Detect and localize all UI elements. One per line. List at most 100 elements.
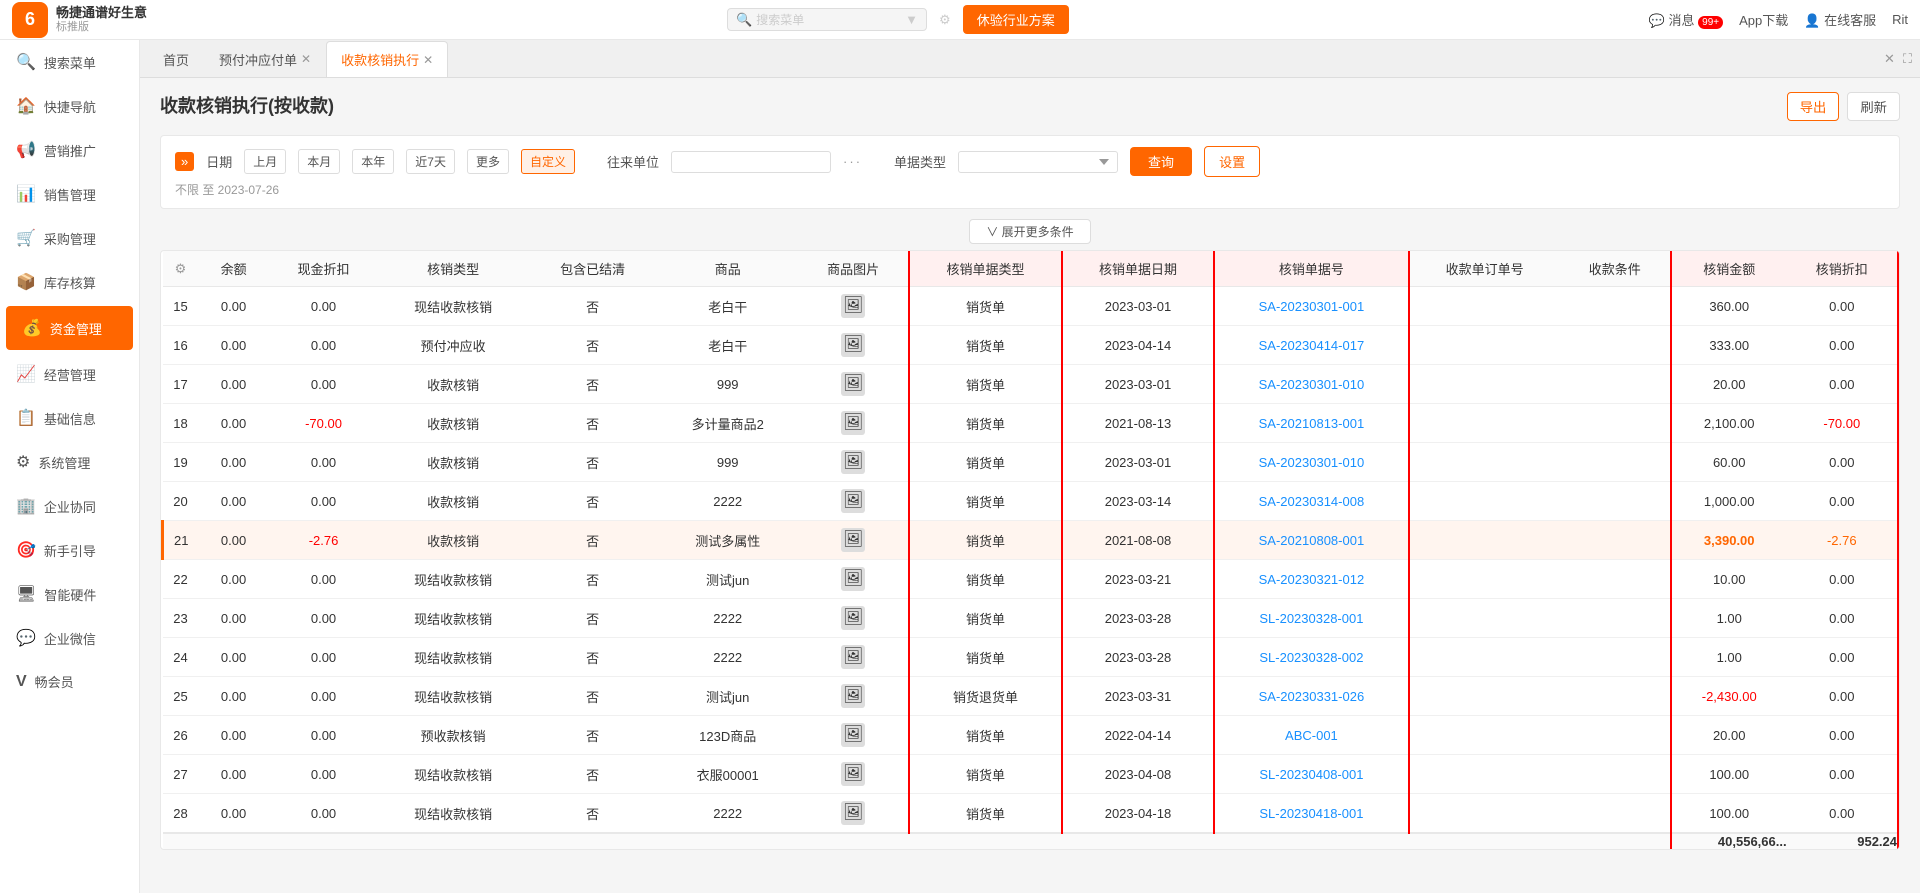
gear-icon[interactable]: ⚙ (175, 261, 187, 276)
sidebar-item-enterprise[interactable]: 🏢 企业协同 (0, 484, 139, 528)
table-row: 270.000.00现结收款核销否衣服00001🖼销货单2023-04-08SL… (163, 755, 1899, 794)
top-bar-middle: 🔍 搜索菜单 ▼ ⚙ 休验行业方案 (155, 5, 1641, 34)
date-more-btn[interactable]: 更多 (467, 149, 509, 174)
date-custom-btn[interactable]: 自定义 (521, 149, 575, 174)
close-verify-tab[interactable]: ✕ (423, 53, 433, 67)
date-7days-btn[interactable]: 近7天 (406, 149, 455, 174)
table-row: 180.00-70.00收款核销否多计量商品2🖼销货单2021-08-13SA-… (163, 404, 1899, 443)
page-inner: 收款核销执行(按收款) 导出 刷新 » 日期 上月 本月 本年 (140, 78, 1920, 864)
bill-type-select[interactable] (958, 151, 1118, 173)
sidebar-item-label: 资金管理 (50, 319, 102, 338)
top-bar: 6 畅捷通谱好生意 标推版 🔍 搜索菜单 ▼ ⚙ 休验行业方案 💬 消息 99+… (0, 0, 1920, 40)
sidebar-item-label: 营销推广 (44, 141, 96, 160)
sidebar-item-search[interactable]: 🔍 搜索菜单 (0, 40, 139, 84)
basic-info-icon: 📋 (16, 408, 36, 428)
sidebar-item-smart-hw[interactable]: 🖥 智能硬件 (0, 572, 139, 616)
user-label: Rit (1892, 12, 1908, 27)
data-table: ⚙ 余额 现金折扣 核销类型 包含已结清 商品 商品图片 核销单据类型 核销单据… (161, 251, 1899, 849)
sidebar-item-label: 企业协同 (44, 497, 96, 516)
tab-expand-icon[interactable]: ⛶ (1903, 51, 1912, 67)
top-search-area[interactable]: 🔍 搜索菜单 ▼ (727, 8, 927, 31)
col-verify-bill-type: 核销单据类型 (909, 251, 1061, 287)
table-header: ⚙ 余额 现金折扣 核销类型 包含已结清 商品 商品图片 核销单据类型 核销单据… (163, 251, 1899, 287)
home-icon: 🏠 (16, 96, 36, 116)
wechat-icon: 💬 (16, 628, 36, 648)
sidebar-item-member[interactable]: V 畅会员 (0, 660, 139, 703)
col-verify-bill-no: 核销单据号 (1214, 251, 1408, 287)
tab-close-all-icon[interactable]: ✕ (1884, 51, 1895, 67)
col-gear[interactable]: ⚙ (163, 251, 199, 287)
table-wrap: ⚙ 余额 现金折扣 核销类型 包含已结清 商品 商品图片 核销单据类型 核销单据… (160, 250, 1900, 850)
close-prepay-tab[interactable]: ✕ (301, 52, 311, 66)
date-this-year-btn[interactable]: 本年 (352, 149, 394, 174)
message-badge: 99+ (1698, 16, 1723, 29)
page-title-actions: 导出 刷新 (1787, 92, 1900, 121)
expand-chevron-icon: ∨ (986, 225, 1001, 239)
sidebar-item-sales[interactable]: 📊 销售管理 (0, 172, 139, 216)
table-row: 260.000.00预收款核销否123D商品🖼销货单2022-04-14ABC-… (163, 716, 1899, 755)
sidebar-item-marketing[interactable]: 📢 营销推广 (0, 128, 139, 172)
sidebar-item-purchase[interactable]: 🛒 采购管理 (0, 216, 139, 260)
sidebar-item-quick-nav[interactable]: 🏠 快捷导航 (0, 84, 139, 128)
col-receipt-condition: 收款条件 (1560, 251, 1671, 287)
col-receipt-order-no: 收款单订单号 (1409, 251, 1560, 287)
footer-spacer (163, 833, 1671, 849)
tab-prepay[interactable]: 预付冲应付单 ✕ (204, 41, 326, 77)
refresh-btn[interactable]: 刷新 (1847, 92, 1900, 121)
sidebar-item-label: 采购管理 (44, 229, 96, 248)
export-btn[interactable]: 导出 (1787, 92, 1840, 121)
sidebar-item-label: 库存核算 (44, 273, 96, 292)
search-placeholder: 搜索菜单 (756, 11, 804, 28)
edition-label: 标推版 (56, 21, 147, 34)
table-row: 150.000.00现结收款核销否老白干🖼销货单2023-03-01SA-202… (163, 287, 1899, 326)
table-footer: 40,556,66... 952.24 (163, 833, 1899, 849)
filter-date-range-text: 不限 至 2023-07-26 (175, 183, 279, 197)
sidebar-item-label: 系统管理 (38, 453, 90, 472)
table-row: 250.000.00现结收款核销否测试jun🖼销货退货单2023-03-31SA… (163, 677, 1899, 716)
sidebar-item-label: 快捷导航 (44, 97, 96, 116)
counterpart-label: 往来单位 (607, 152, 659, 171)
page-title: 收款核销执行(按收款) (160, 92, 334, 121)
sidebar-item-basic-info[interactable]: 📋 基础信息 (0, 396, 139, 440)
header-row: ⚙ 余额 现金折扣 核销类型 包含已结清 商品 商品图片 核销单据类型 核销单据… (163, 251, 1899, 287)
date-last-month-btn[interactable]: 上月 (244, 149, 286, 174)
sidebar-item-label: 企业微信 (44, 629, 96, 648)
app-download-btn[interactable]: App下载 (1739, 10, 1788, 29)
sidebar-item-guide[interactable]: 🎯 新手引导 (0, 528, 139, 572)
expand-more-row: ∨ 展开更多条件 (160, 219, 1900, 244)
message-btn[interactable]: 💬 消息 99+ (1649, 10, 1723, 29)
tab-verify[interactable]: 收款核销执行 ✕ (326, 41, 448, 77)
tab-bar-actions: ✕ ⛶ (1884, 51, 1912, 67)
table-row: 220.000.00现结收款核销否测试jun🖼销货单2023-03-21SA-2… (163, 560, 1899, 599)
filter-row: » 日期 上月 本月 本年 近7天 更多 自定义 往来单位 ··· 单据类型 (175, 146, 1885, 177)
footer-verify-discount: 952.24 (1787, 833, 1898, 849)
table-row: 190.000.00收款核销否999🖼销货单2023-03-01SA-20230… (163, 443, 1899, 482)
query-btn[interactable]: 查询 (1130, 147, 1192, 176)
col-goods: 商品 (657, 251, 798, 287)
bill-type-label: 单据类型 (894, 152, 946, 171)
table-row: 210.00-2.76收款核销否测试多属性🖼销货单2021-08-08SA-20… (163, 521, 1899, 560)
settings-btn[interactable]: 设置 (1204, 146, 1260, 177)
sales-icon: 📊 (16, 184, 36, 204)
sidebar-item-inventory[interactable]: 📦 库存核算 (0, 260, 139, 304)
guide-icon: 🎯 (16, 540, 36, 560)
industry-btn[interactable]: 休验行业方案 (963, 5, 1069, 34)
sidebar-item-finance[interactable]: 💰 资金管理 (6, 306, 133, 350)
table-row: 280.000.00现结收款核销否2222🖼销货单2023-04-18SL-20… (163, 794, 1899, 834)
sidebar-item-system[interactable]: ⚙ 系统管理 (0, 440, 139, 484)
expand-more-btn[interactable]: ∨ 展开更多条件 (969, 219, 1090, 244)
sidebar-item-wechat[interactable]: 💬 企业微信 (0, 616, 139, 660)
search-icon: 🔍 (16, 52, 36, 72)
tab-bar: 首页 预付冲应付单 ✕ 收款核销执行 ✕ ✕ ⛶ (140, 40, 1920, 78)
tab-home[interactable]: 首页 (148, 41, 204, 77)
date-filter-label: 日期 (206, 152, 232, 171)
counterpart-input[interactable] (671, 151, 831, 173)
page-title-row: 收款核销执行(按收款) 导出 刷新 (160, 92, 1900, 121)
table-row: 240.000.00现结收款核销否2222🖼销货单2023-03-28SL-20… (163, 638, 1899, 677)
filter-toggle-btn[interactable]: » (175, 152, 194, 171)
sidebar-item-operations[interactable]: 📈 经营管理 (0, 352, 139, 396)
date-this-month-btn[interactable]: 本月 (298, 149, 340, 174)
online-service-btn[interactable]: 👤 在线客服 (1804, 10, 1876, 29)
table-row: 170.000.00收款核销否999🖼销货单2023-03-01SA-20230… (163, 365, 1899, 404)
smart-hw-icon: 🖥 (16, 584, 36, 604)
